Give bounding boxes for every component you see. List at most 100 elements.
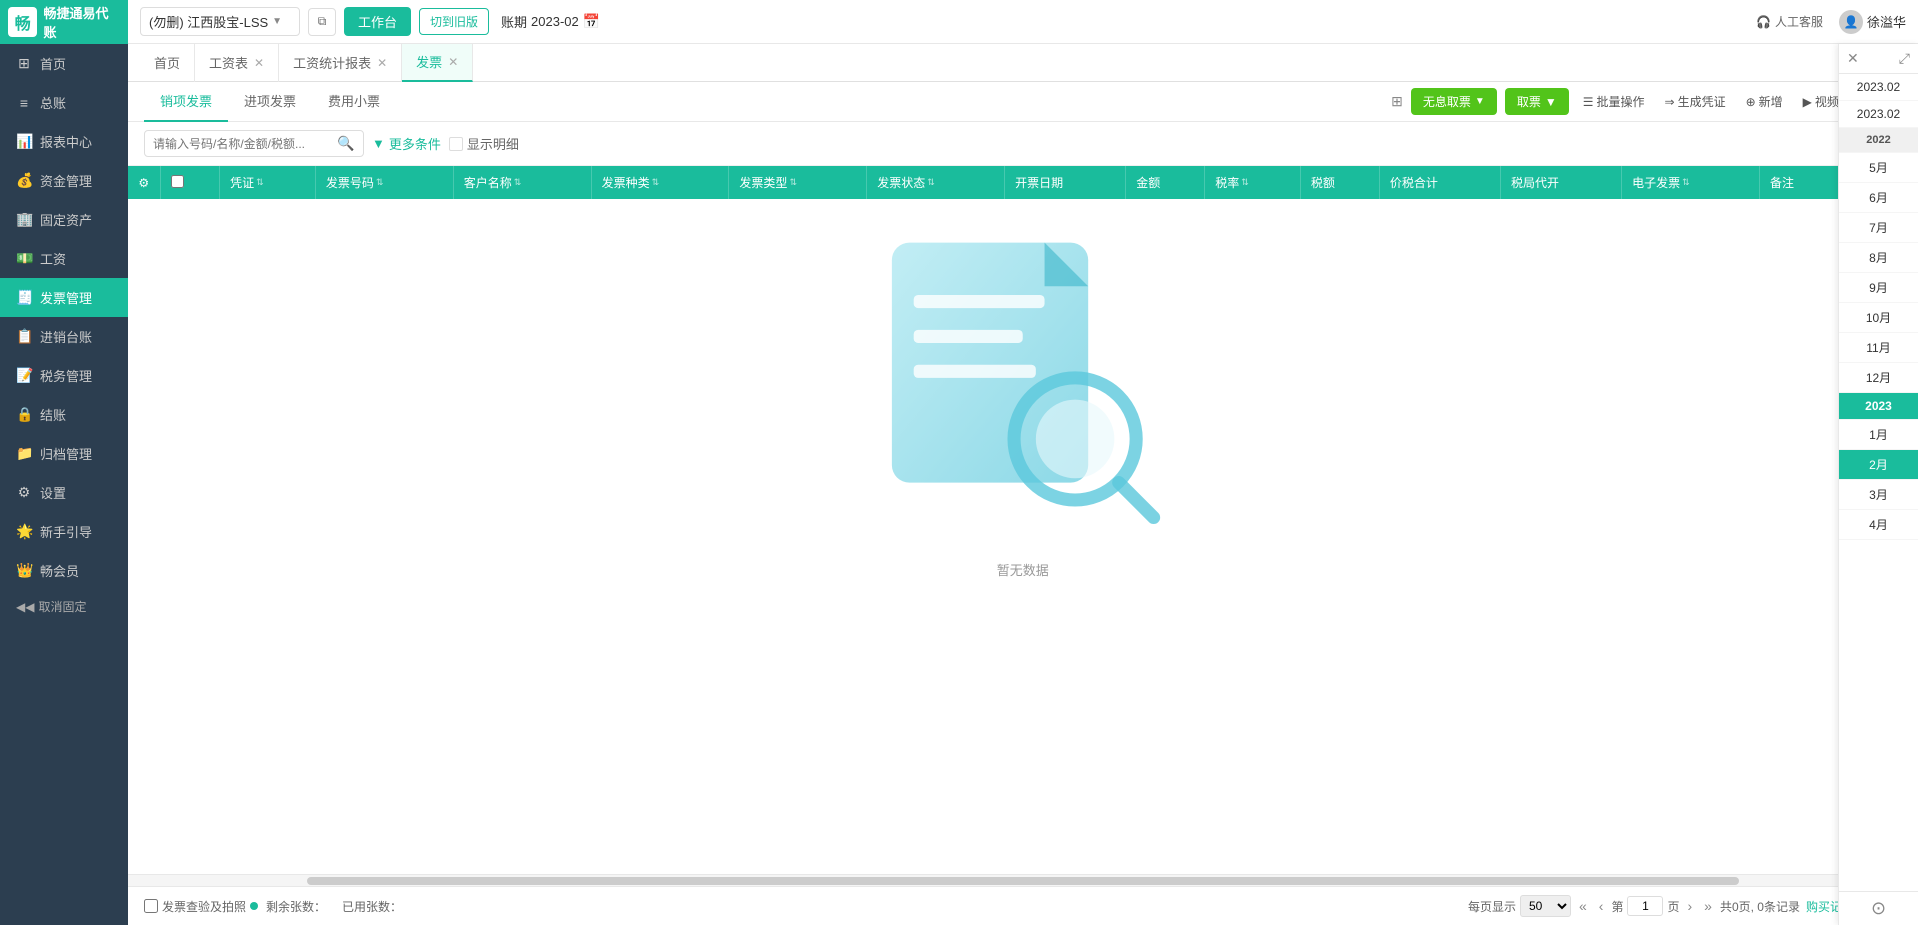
date-item-2023-02-top[interactable]: 2023.02: [1839, 74, 1918, 101]
sidebar-item-settings[interactable]: ⚙ 设置: [0, 473, 128, 512]
date-item-m4[interactable]: 4月: [1839, 510, 1918, 540]
date-panel-close-btn[interactable]: ✕: [1847, 50, 1859, 67]
grid-settings-icon[interactable]: ⊞: [1391, 93, 1403, 110]
company-dropdown-icon: ▼: [272, 16, 282, 27]
batch-ops-btn[interactable]: ☰ 批量操作: [1577, 89, 1651, 114]
sidebar-item-salary[interactable]: 💵 工资: [0, 239, 128, 278]
period-calendar-icon[interactable]: 📅: [583, 13, 600, 30]
tab-salary-report-label: 工资统计报表: [293, 53, 371, 72]
page-input[interactable]: [1627, 896, 1663, 916]
sidebar-item-archive[interactable]: 📁 归档管理: [0, 434, 128, 473]
date-item-m1[interactable]: 1月: [1839, 420, 1918, 450]
switch-oldver-button[interactable]: 切到旧版: [419, 8, 489, 35]
page-size-select[interactable]: 50 10 20 100: [1520, 895, 1571, 917]
tab-invoice-close[interactable]: ✕: [448, 55, 458, 69]
tax-icon: 📝: [16, 367, 32, 384]
sort-customer-icon[interactable]: ⇅: [514, 177, 522, 188]
tab-home[interactable]: 首页: [140, 44, 195, 82]
date-item-m6[interactable]: 6月: [1839, 183, 1918, 213]
search-input[interactable]: [153, 137, 333, 151]
th-tax-total-label: 价税合计: [1390, 176, 1438, 190]
customer-service-btn[interactable]: 🎧 人工客服: [1756, 13, 1823, 30]
sort-voucher-icon[interactable]: ⇅: [256, 177, 264, 188]
date-item-m8[interactable]: 8月: [1839, 243, 1918, 273]
sort-invoice-no-icon[interactable]: ⇅: [376, 177, 384, 188]
copy-icon: ⧉: [318, 14, 327, 29]
date-item-m2-active[interactable]: 2月: [1839, 450, 1918, 480]
show-detail-checkbox[interactable]: [449, 137, 463, 151]
take-ticket-button[interactable]: 取票 ▼: [1505, 88, 1569, 115]
sidebar-item-guide[interactable]: 🌟 新手引导: [0, 512, 128, 551]
th-open-date: 开票日期: [1005, 166, 1126, 199]
next-page-btn[interactable]: ›: [1683, 898, 1696, 914]
th-amount-label: 金额: [1136, 176, 1160, 190]
sort-tax-rate-icon[interactable]: ⇅: [1241, 177, 1249, 188]
subtab-expense[interactable]: 费用小票: [312, 82, 396, 122]
sidebar-item-home[interactable]: ⊞ 首页: [0, 44, 128, 83]
search-icon[interactable]: 🔍: [337, 135, 354, 152]
subtab-sales[interactable]: 销项发票: [144, 82, 228, 122]
select-all-checkbox[interactable]: [171, 175, 184, 188]
take-ticket-label: 取票: [1517, 93, 1541, 110]
no-ticket-button[interactable]: 无息取票 ▼: [1411, 88, 1497, 115]
date-item-m7[interactable]: 7月: [1839, 213, 1918, 243]
last-page-btn[interactable]: »: [1700, 898, 1716, 914]
scroll-down-icon: ⊙: [1871, 898, 1886, 918]
th-checkbox[interactable]: [160, 166, 220, 199]
workbench-button[interactable]: 工作台: [344, 7, 411, 36]
company-selector[interactable]: (勿删) 江西股宝-LSS ▼: [140, 7, 300, 36]
date-panel-expand-btn[interactable]: ⤢: [1899, 50, 1910, 67]
sort-invoice-status-icon[interactable]: ⇅: [927, 177, 935, 188]
sidebar-item-sales[interactable]: 📋 进销台账: [0, 317, 128, 356]
date-item-m10[interactable]: 10月: [1839, 303, 1918, 333]
prev-page-btn[interactable]: ‹: [1595, 898, 1608, 914]
sidebar-item-fixed[interactable]: 🏢 固定资产: [0, 200, 128, 239]
tab-salary-report-close[interactable]: ✕: [377, 56, 387, 70]
show-detail-toggle[interactable]: 显示明细: [449, 134, 519, 153]
tab-invoice[interactable]: 发票 ✕: [402, 44, 473, 82]
tab-salary-close[interactable]: ✕: [254, 56, 264, 70]
date-item-m9[interactable]: 9月: [1839, 273, 1918, 303]
sort-invoice-type-icon[interactable]: ⇅: [652, 177, 660, 188]
sidebar-item-close[interactable]: 🔒 结账: [0, 395, 128, 434]
copy-icon-btn[interactable]: ⧉: [308, 8, 336, 36]
sidebar-item-member[interactable]: 👑 畅会员: [0, 551, 128, 590]
date-item-m12[interactable]: 12月: [1839, 363, 1918, 393]
verify-checkbox[interactable]: [144, 899, 158, 913]
subtab-purchase[interactable]: 进项发票: [228, 82, 312, 122]
user-menu[interactable]: 👤 徐溢华: [1839, 10, 1906, 34]
sidebar-item-ledger[interactable]: ≡ 总账: [0, 83, 128, 122]
invoice-icon: 🧾: [16, 289, 32, 306]
search-box[interactable]: 🔍: [144, 130, 364, 157]
no-ticket-arrow-icon: ▼: [1475, 96, 1485, 107]
horizontal-scrollbar[interactable]: [128, 874, 1918, 886]
new-btn[interactable]: ⊕ 新增: [1740, 89, 1789, 114]
date-item-2023-02[interactable]: 2023.02: [1839, 101, 1918, 128]
more-filter-btn[interactable]: ▼ 更多条件: [372, 134, 441, 153]
sidebar-logo: 畅 畅捷通易代账: [0, 0, 128, 44]
date-item-m5[interactable]: 5月: [1839, 153, 1918, 183]
sidebar-item-report[interactable]: 📊 报表中心: [0, 122, 128, 161]
guide-icon: 🌟: [16, 523, 32, 540]
sidebar-collapse-btn[interactable]: ◀◀ 取消固定: [0, 590, 128, 623]
date-list: 2023.02 2023.02 2022 5月 6月 7月 8月 9月 10月 …: [1839, 74, 1918, 891]
sidebar-item-tax[interactable]: 📝 税务管理: [0, 356, 128, 395]
th-tax-rate-label: 税率: [1215, 174, 1239, 191]
tab-salary-report[interactable]: 工资统计报表 ✕: [279, 44, 402, 82]
date-item-m3[interactable]: 3月: [1839, 480, 1918, 510]
gen-voucher-btn[interactable]: ⇒ 生成凭证: [1659, 89, 1732, 114]
tab-salary[interactable]: 工资表 ✕: [195, 44, 279, 82]
date-panel-scroll-btn[interactable]: ⊙: [1839, 891, 1918, 925]
sidebar-item-invoice[interactable]: 🧾 发票管理: [0, 278, 128, 317]
first-page-btn[interactable]: «: [1575, 898, 1591, 914]
table-footer: 发票查验及拍照 剩余张数： 已用张数： 每页显示 50 10 20 100: [128, 886, 1918, 925]
th-invoice-category-label: 发票类型: [739, 174, 787, 191]
sidebar-item-finance[interactable]: 💰 资金管理: [0, 161, 128, 200]
sort-invoice-category-icon[interactable]: ⇅: [789, 177, 797, 188]
sort-e-invoice-icon[interactable]: ⇅: [1682, 177, 1690, 188]
date-year-2023: 2023: [1839, 393, 1918, 420]
th-invoice-type: 发票种类⇅: [591, 166, 729, 199]
invoice-table-wrap: ⚙ 凭证⇅ 发票号码⇅ 客户名称⇅ 发票种类⇅ 发票类型⇅ 发票状态⇅ 开票日期…: [128, 166, 1918, 874]
th-tax-code-label: 税局代开: [1511, 176, 1559, 190]
date-item-m11[interactable]: 11月: [1839, 333, 1918, 363]
